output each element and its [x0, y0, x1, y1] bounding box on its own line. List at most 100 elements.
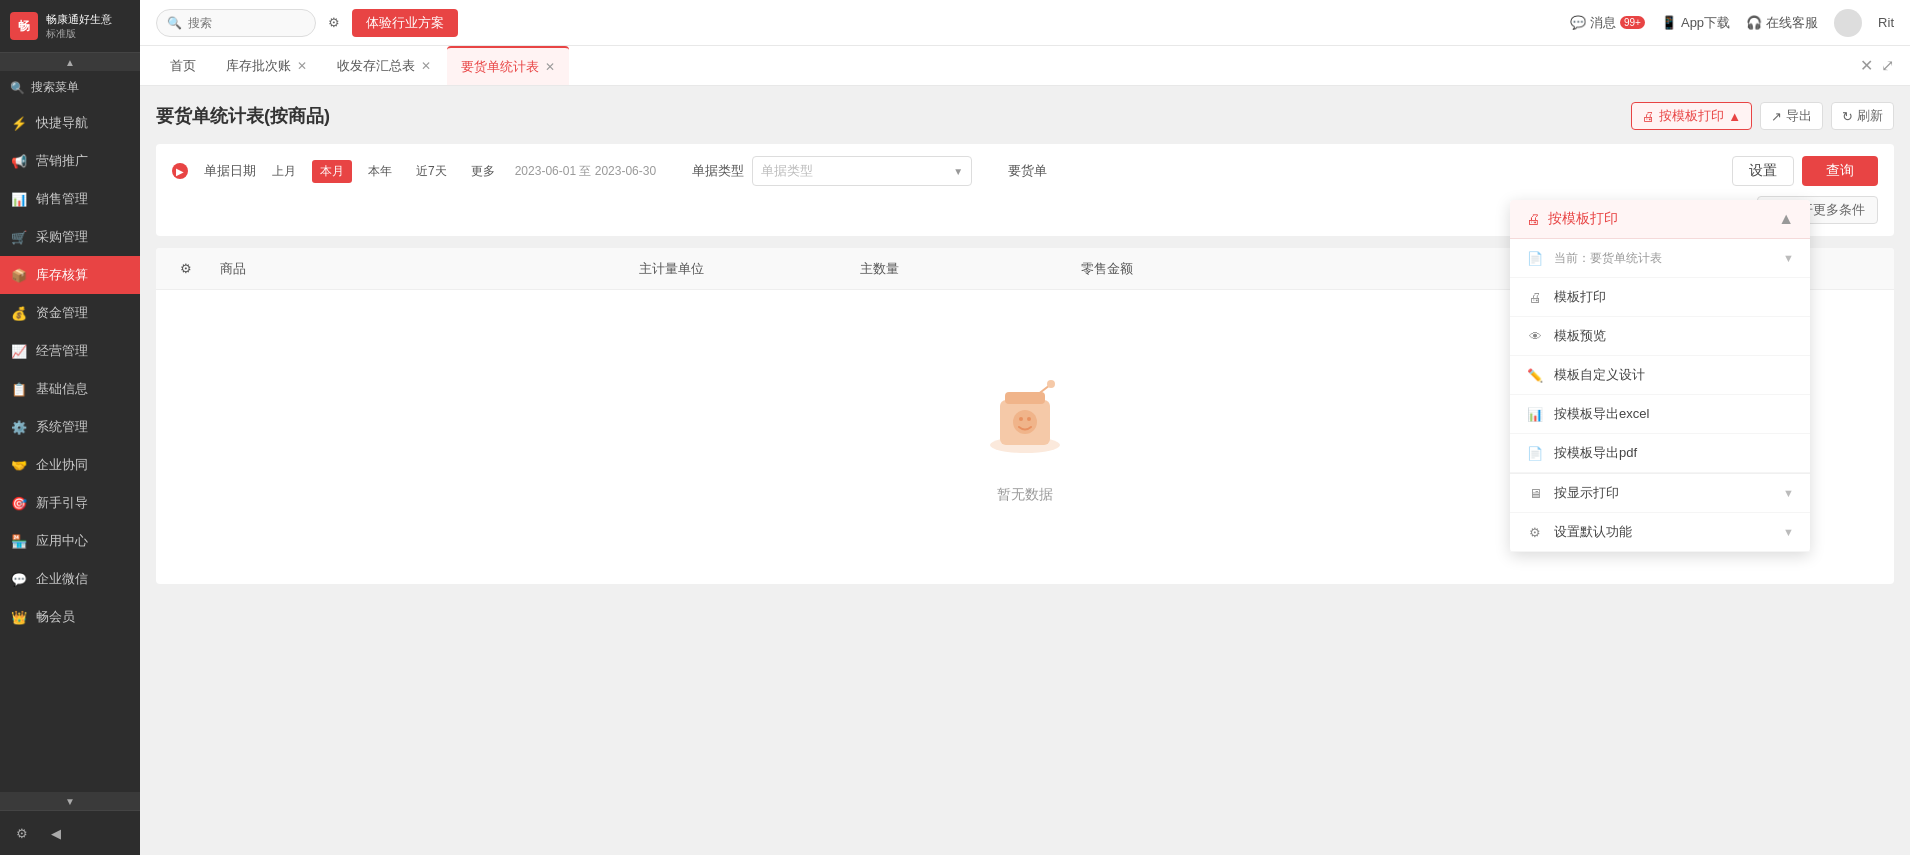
dropdown-current[interactable]: 📄 当前：要货单统计表 ▼ [1510, 239, 1810, 278]
sidebar-bottom: ⚙ ◀ [0, 810, 140, 855]
message-badge: 99+ [1620, 16, 1645, 29]
print-dropdown-title: 🖨 按模板打印 [1526, 210, 1618, 228]
app-icon: 📱 [1661, 15, 1677, 30]
date-btn-last-month[interactable]: 上月 [264, 160, 304, 183]
operation-icon: 📈 [10, 342, 28, 360]
user-avatar[interactable] [1834, 9, 1862, 37]
search-icon: 🔍 [10, 81, 25, 95]
current-icon: 📄 [1526, 249, 1544, 267]
online-service-action[interactable]: 🎧 在线客服 [1746, 14, 1818, 32]
sidebar-item-finance[interactable]: 💰 资金管理 [0, 294, 140, 332]
date-btn-more[interactable]: 更多 [463, 160, 503, 183]
sidebar-item-guide[interactable]: 🎯 新手引导 [0, 484, 140, 522]
finance-icon: 💰 [10, 304, 28, 322]
print-dropdown: 🖨 按模板打印 ▲ 📄 当前：要货单统计表 ▼ 🖨 模板打印 👁 模板预览 ✏️ [1510, 200, 1810, 552]
sidebar-item-sales[interactable]: 📊 销售管理 [0, 180, 140, 218]
th-unit: 主计量单位 [627, 260, 848, 278]
tab-close-all[interactable]: ✕ [1860, 56, 1873, 75]
export-icon: ↗ [1771, 109, 1782, 124]
th-settings[interactable]: ⚙ [168, 261, 208, 276]
sidebar-item-operation[interactable]: 📈 经营管理 [0, 332, 140, 370]
date-range-display: 2023-06-01 至 2023-06-30 [515, 163, 656, 180]
query-button[interactable]: 查询 [1802, 156, 1878, 186]
tab-maximize[interactable]: ⤢ [1881, 56, 1894, 75]
sidebar-item-basic[interactable]: 📋 基础信息 [0, 370, 140, 408]
app-download-action[interactable]: 📱 App下载 [1661, 14, 1730, 32]
refresh-icon: ↻ [1842, 109, 1853, 124]
settings-bottom-icon[interactable]: ⚙ [10, 821, 34, 845]
template-excel-icon: 📊 [1526, 405, 1544, 423]
tab-collection-summary[interactable]: 收发存汇总表 ✕ [323, 46, 445, 85]
tab-batch-account[interactable]: 库存批次账 ✕ [212, 46, 321, 85]
print-template-button[interactable]: 🖨 按模板打印 ▲ [1631, 102, 1752, 130]
date-btn-7days[interactable]: 近7天 [408, 160, 455, 183]
sidebar-item-purchase[interactable]: 🛒 采购管理 [0, 218, 140, 256]
basic-icon: 📋 [10, 380, 28, 398]
sidebar-scroll-down[interactable]: ▼ [0, 792, 140, 810]
export-button[interactable]: ↗ 导出 [1760, 102, 1823, 130]
right-actions: 🖨 按模板打印 ▲ ↗ 导出 ↻ 刷新 [1631, 102, 1894, 130]
dropdown-template-pdf[interactable]: 📄 按模板导出pdf [1510, 434, 1810, 473]
date-btn-this-month[interactable]: 本月 [312, 160, 352, 183]
settings-button[interactable]: 设置 [1732, 156, 1794, 186]
print-dropdown-close-icon[interactable]: ▲ [1778, 210, 1794, 228]
dropdown-template-design[interactable]: ✏️ 模板自定义设计 [1510, 356, 1810, 395]
display-print-arrow-icon: ▼ [1783, 487, 1794, 499]
collapse-icon[interactable]: ◀ [44, 821, 68, 845]
tab-order-stats[interactable]: 要货单统计表 ✕ [447, 46, 569, 85]
sidebar-item-app-center[interactable]: 🏪 应用中心 [0, 522, 140, 560]
member-icon: 👑 [10, 608, 28, 626]
date-btn-this-year[interactable]: 本年 [360, 160, 400, 183]
service-icon: 🎧 [1746, 15, 1762, 30]
logo-icon: 畅 [10, 12, 38, 40]
refresh-button[interactable]: ↻ 刷新 [1831, 102, 1894, 130]
template-print-icon: 🖨 [1526, 288, 1544, 306]
tab-close-batch-account[interactable]: ✕ [297, 59, 307, 73]
print-dropdown-header: 🖨 按模板打印 ▲ [1510, 200, 1810, 239]
sidebar-item-inventory[interactable]: 📦 库存核算 [0, 256, 140, 294]
sidebar-item-cooperation[interactable]: 🤝 企业协同 [0, 446, 140, 484]
dropdown-template-preview[interactable]: 👁 模板预览 [1510, 317, 1810, 356]
sidebar-item-member[interactable]: 👑 畅会员 [0, 598, 140, 636]
sidebar-search[interactable]: 🔍 搜索菜单 [0, 71, 140, 104]
dropdown-display-print[interactable]: 🖥 按显示打印 ▼ [1510, 474, 1810, 513]
sidebar-scroll-up[interactable]: ▲ [0, 53, 140, 71]
topbar-search-input[interactable] [188, 16, 305, 30]
type-select-chevron: ▼ [953, 166, 963, 177]
type-select[interactable]: 单据类型 ▼ [752, 156, 972, 186]
template-preview-icon: 👁 [1526, 327, 1544, 345]
trial-button[interactable]: 体验行业方案 [352, 9, 458, 37]
filter-row-1: ▶ 单据日期 上月 本月 本年 近7天 更多 2023-06-01 至 2023… [172, 156, 1878, 186]
type-label: 单据类型 [692, 162, 744, 180]
sidebar-item-system[interactable]: ⚙️ 系统管理 [0, 408, 140, 446]
quick-nav-icon: ⚡ [10, 114, 28, 132]
svg-point-7 [1047, 380, 1055, 388]
page-title: 要货单统计表(按商品) [156, 104, 330, 128]
topbar-search-container[interactable]: 🔍 [156, 9, 316, 37]
topbar-settings-icon[interactable]: ⚙ [328, 15, 340, 30]
sidebar-item-marketing[interactable]: 📢 营销推广 [0, 142, 140, 180]
message-action[interactable]: 💬 消息 99+ [1570, 14, 1645, 32]
sidebar-item-wechat[interactable]: 💬 企业微信 [0, 560, 140, 598]
print-chevron-up-icon: ▲ [1728, 109, 1741, 124]
system-icon: ⚙️ [10, 418, 28, 436]
marketing-icon: 📢 [10, 152, 28, 170]
print-dropdown-icon: 🖨 [1526, 211, 1540, 227]
svg-point-5 [1027, 417, 1031, 421]
app-center-icon: 🏪 [10, 532, 28, 550]
dropdown-template-print[interactable]: 🖨 模板打印 [1510, 278, 1810, 317]
topbar-search-icon: 🔍 [167, 16, 182, 30]
dropdown-template-excel[interactable]: 📊 按模板导出excel [1510, 395, 1810, 434]
logo-text: 畅康通好生意 标准版 [46, 12, 112, 39]
filter-collapse-icon[interactable]: ▶ [172, 163, 188, 179]
display-print-icon: 🖥 [1526, 484, 1544, 502]
sidebar-item-quick-nav[interactable]: ⚡ 快捷导航 [0, 104, 140, 142]
tab-close-collection-summary[interactable]: ✕ [421, 59, 431, 73]
dropdown-default-func[interactable]: ⚙ 设置默认功能 ▼ [1510, 513, 1810, 552]
tab-home[interactable]: 首页 [156, 46, 210, 85]
sales-icon: 📊 [10, 190, 28, 208]
topbar-actions: 💬 消息 99+ 📱 App下载 🎧 在线客服 Rit [1570, 9, 1894, 37]
content-area: 要货单统计表(按商品) 🖨 按模板打印 ▲ ↗ 导出 ↻ 刷新 [140, 86, 1910, 855]
tab-close-order-stats[interactable]: ✕ [545, 60, 555, 74]
empty-text: 暂无数据 [997, 486, 1053, 504]
